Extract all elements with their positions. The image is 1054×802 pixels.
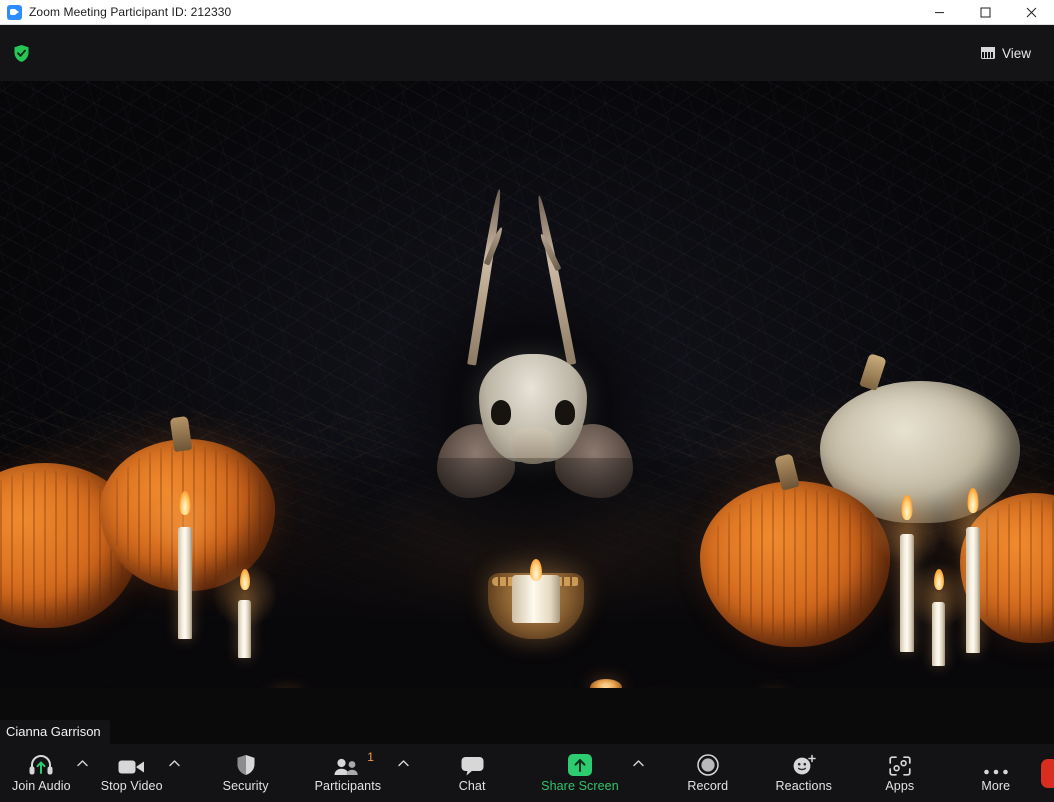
grid-view-icon (981, 47, 995, 59)
candle-right-short (932, 586, 945, 666)
reactions-button[interactable]: Reactions (767, 750, 841, 796)
candle-flame (902, 495, 913, 520)
candle-flame (240, 569, 250, 590)
antler-right (535, 195, 577, 366)
apps-button[interactable]: Apps (863, 750, 937, 796)
join-audio-group: Join Audio (4, 750, 93, 796)
join-audio-button[interactable]: Join Audio (4, 750, 79, 796)
pumpkin-ribs (708, 488, 883, 641)
people-icon: 1 (333, 752, 363, 776)
title-bar: Zoom Meeting Participant ID: 212330 (0, 0, 1054, 25)
skull-cranium (479, 354, 587, 462)
participants-caret-icon[interactable] (395, 752, 411, 794)
candle-left-tall (178, 511, 192, 639)
security-label: Security (223, 779, 269, 793)
pillar-candle (512, 575, 560, 623)
close-icon[interactable] (1008, 0, 1054, 24)
participants-label: Participants (315, 779, 382, 793)
candle-flame (968, 488, 979, 513)
share-screen-button[interactable]: Share Screen (533, 750, 627, 796)
share-screen-group: Share Screen (533, 750, 649, 796)
share-screen-caret-icon[interactable] (631, 752, 647, 794)
skull-eye-left (491, 400, 511, 425)
window-title: Zoom Meeting Participant ID: 212330 (29, 5, 231, 19)
green-shield-check-icon[interactable] (8, 40, 34, 66)
join-audio-label: Join Audio (12, 779, 71, 793)
ellipsis-icon (983, 752, 1009, 776)
end-meeting-button[interactable]: End (1041, 759, 1054, 788)
title-bar-left: Zoom Meeting Participant ID: 212330 (0, 5, 231, 20)
stop-video-group: Stop Video (93, 750, 185, 796)
view-button-label: View (1002, 46, 1031, 61)
stop-video-label: Stop Video (101, 779, 163, 793)
record-circle-icon (697, 752, 719, 776)
zoom-meeting-window: Zoom Meeting Participant ID: 212330 (0, 0, 1054, 802)
chat-label: Chat (459, 779, 486, 793)
minimize-icon[interactable] (916, 0, 962, 24)
window-controls (916, 0, 1054, 24)
candle-flame (180, 491, 191, 515)
deer-skull-graphic (455, 186, 615, 466)
share-screen-label: Share Screen (541, 779, 619, 793)
participants-group: 1 Participants (307, 750, 414, 796)
stop-video-caret-icon[interactable] (167, 752, 183, 794)
apps-label: Apps (885, 779, 914, 793)
participants-count-badge: 1 (367, 751, 374, 763)
skull-eye-right (555, 400, 575, 425)
video-stage[interactable]: Cianna Garrison (0, 81, 1054, 744)
video-camera-icon (118, 752, 145, 776)
participants-button[interactable]: 1 Participants (307, 750, 390, 796)
candle-left-short (238, 586, 251, 658)
candle-wax (238, 600, 251, 658)
view-button[interactable]: View (972, 41, 1040, 66)
more-label: More (981, 779, 1010, 793)
chat-button[interactable]: Chat (435, 750, 509, 796)
antler-left (467, 188, 504, 365)
zoom-logo-icon (7, 5, 22, 20)
shield-icon (236, 752, 256, 776)
reactions-label: Reactions (776, 779, 833, 793)
candle-flame (934, 569, 944, 590)
meeting-toolbar: Join Audio Stop Video (0, 744, 1054, 802)
meeting-header: View (0, 25, 1054, 81)
participant-name-label: Cianna Garrison (0, 720, 110, 744)
more-button[interactable]: More (959, 750, 1033, 796)
record-button[interactable]: Record (671, 750, 745, 796)
security-button[interactable]: Security (209, 750, 283, 796)
apps-bracket-icon (889, 752, 911, 776)
join-audio-caret-icon[interactable] (75, 752, 91, 794)
stop-video-button[interactable]: Stop Video (93, 750, 171, 796)
smiley-plus-icon (792, 752, 816, 776)
speech-bubble-icon (461, 752, 484, 776)
record-label: Record (687, 779, 728, 793)
candle-wax (932, 602, 945, 666)
share-up-arrow-icon (568, 752, 592, 776)
candle-wax (178, 527, 192, 639)
participant-video-tile[interactable] (0, 81, 1054, 688)
maximize-icon[interactable] (962, 0, 1008, 24)
headset-up-arrow-icon (28, 752, 54, 776)
pumpkin-right-front (700, 481, 890, 647)
